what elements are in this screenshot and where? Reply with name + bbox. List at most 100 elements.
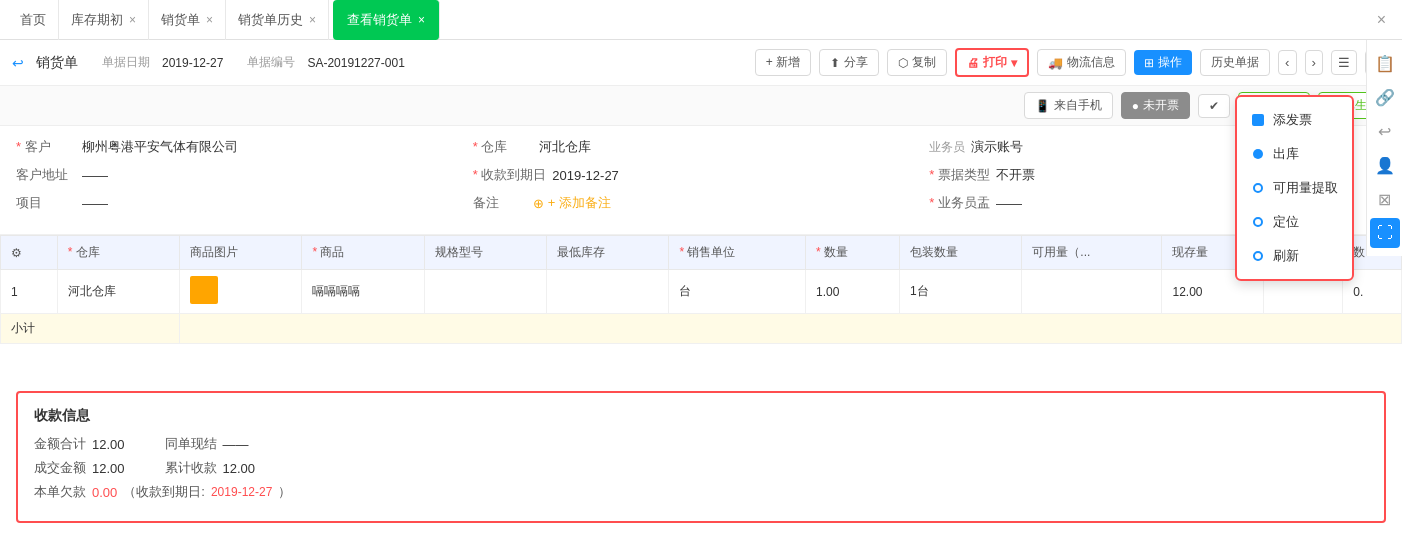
owed-hint: （收款到期日: <box>123 483 205 501</box>
add-note-button[interactable]: ⊕ + 添加备注 <box>533 194 611 212</box>
add-invoice-label: 添发票 <box>1273 111 1312 129</box>
doc-icon: ↩ <box>12 55 24 71</box>
print-dropdown-icon: ▾ <box>1011 56 1017 70</box>
nav-next-button[interactable]: › <box>1305 50 1323 75</box>
doc-title: 销货单 <box>36 54 78 72</box>
sidebar-back-icon[interactable]: ↩ <box>1370 116 1400 146</box>
owed-label: 本单欠款 <box>34 483 86 501</box>
mobile-button[interactable]: 📱 来自手机 <box>1024 92 1113 119</box>
th-image: 商品图片 <box>180 236 302 270</box>
customer-label: 客户 <box>16 138 76 156</box>
verified-check-button[interactable]: ✔ <box>1198 94 1230 118</box>
tab-bar: 首页 库存期初 × 销货单 × 销货单历史 × 查看销货单 × × <box>0 0 1402 40</box>
logistics-button[interactable]: 🚚 物流信息 <box>1037 49 1126 76</box>
address-label: 客户地址 <box>16 166 76 184</box>
cumulative-item: 累计收款 12.00 <box>165 459 256 477</box>
mobile-icon: 📱 <box>1035 99 1050 113</box>
salesperson-label: 业务员盂 <box>929 194 990 212</box>
sidebar-expand-icon[interactable]: ⛶ <box>1370 218 1400 248</box>
toolbar-right: + 新增 ⬆ 分享 ⬡ 复制 🖨 打印 ▾ 🚚 物流信息 <box>755 48 1390 77</box>
payment-date-field: 收款到期日 2019-12-27 <box>473 166 930 184</box>
status-row: 📱 来自手机 ● 未开票 ✔ ✓ 已核销 ✓ 已生效 <box>0 86 1402 126</box>
print-button[interactable]: 🖨 打印 ▾ <box>955 48 1029 77</box>
sidebar-grid-icon[interactable]: ⊠ <box>1370 184 1400 214</box>
td-image <box>180 270 302 314</box>
circle-outline-icon-1 <box>1251 181 1265 195</box>
no-value: SA-20191227-001 <box>307 56 404 70</box>
td-product[interactable]: 嗝嗝嗝嗝 <box>302 270 424 314</box>
tab-sales-order[interactable]: 销货单 × <box>149 0 226 40</box>
td-spec <box>424 270 546 314</box>
cumulative-value: 12.00 <box>223 461 256 476</box>
dropdown-refresh[interactable]: 刷新 <box>1237 239 1352 273</box>
dropdown-add-invoice[interactable]: 添发票 <box>1237 103 1352 137</box>
settings-icon[interactable]: ⚙ <box>11 246 22 260</box>
salesperson-value[interactable]: —— <box>996 196 1022 211</box>
th-min-stock: 最低库存 <box>547 236 669 270</box>
address-value[interactable]: —— <box>82 168 108 183</box>
th-qty: 数量 <box>806 236 900 270</box>
right-sidebar: 📋 🔗 ↩ 👤 ⊠ ⛶ <box>1366 40 1402 256</box>
tab-close-sales-order[interactable]: × <box>206 13 213 27</box>
transaction-label: 成交金额 <box>34 459 86 477</box>
td-unit: 台 <box>669 270 806 314</box>
sidebar-link-icon[interactable]: 🔗 <box>1370 82 1400 112</box>
project-value[interactable]: —— <box>82 196 108 211</box>
share-button[interactable]: ⬆ 分享 <box>819 49 879 76</box>
amount-value: 12.00 <box>92 437 125 452</box>
toolbar: ↩ 销货单 单据日期 2019-12-27 单据编号 SA-20191227-0… <box>0 40 1402 86</box>
payment-title: 收款信息 <box>34 407 1368 425</box>
th-settings: ⚙ <box>1 236 58 270</box>
tab-close-inventory-init[interactable]: × <box>129 13 136 27</box>
td-no: 1 <box>1 270 58 314</box>
tab-home[interactable]: 首页 <box>8 0 59 40</box>
copy-icon: ⬡ <box>898 56 908 70</box>
warehouse-label: 仓库 <box>473 138 533 156</box>
plus-icon: ⊕ <box>533 196 544 211</box>
note-label: 备注 <box>473 194 533 212</box>
invoice-value[interactable]: 不开票 <box>996 166 1035 184</box>
print-icon: 🖨 <box>967 56 979 70</box>
tab-sales-history[interactable]: 销货单历史 × <box>226 0 329 40</box>
payment-date-label: 收款到期日 <box>473 166 547 184</box>
staff-label: 业务员 <box>929 139 965 156</box>
owed-end: ） <box>278 483 291 501</box>
locate-label: 定位 <box>1273 213 1299 231</box>
dropdown-available[interactable]: 可用量提取 <box>1237 171 1352 205</box>
window-close-button[interactable]: × <box>1369 11 1394 29</box>
check-icon: ✔ <box>1209 99 1219 113</box>
sidebar-doc-icon[interactable]: 📋 <box>1370 48 1400 78</box>
tab-close-sales-history[interactable]: × <box>309 13 316 27</box>
payment-row-1: 金额合计 12.00 同单现结 —— <box>34 435 1368 453</box>
td-pack-qty: 1台 <box>900 270 1022 314</box>
customer-value[interactable]: 柳州粤港平安气体有限公司 <box>82 138 238 156</box>
warehouse-value[interactable]: 河北仓库 <box>539 138 591 156</box>
owed-date: 2019-12-27 <box>211 485 272 499</box>
date-value: 2019-12-27 <box>162 56 223 70</box>
cumulative-label: 累计收款 <box>165 459 217 477</box>
transaction-value: 12.00 <box>92 461 125 476</box>
operate-button[interactable]: ⊞ 操作 <box>1134 50 1192 75</box>
td-min-stock <box>547 270 669 314</box>
staff-value: 演示账号 <box>971 138 1023 156</box>
td-qty: 1.00 <box>806 270 900 314</box>
data-table-container: ⚙ 仓库 商品图片 商品 规格型号 最低库存 销售单位 数量 包装数量 可用量（… <box>0 235 1402 381</box>
note-field: 备注 ⊕ + 添加备注 <box>473 194 930 212</box>
view-list-button[interactable]: ☰ <box>1331 50 1357 75</box>
dropdown-locate[interactable]: 定位 <box>1237 205 1352 239</box>
nav-prev-button[interactable]: ‹ <box>1278 50 1296 75</box>
dropdown-outbound[interactable]: 出库 <box>1237 137 1352 171</box>
copy-button[interactable]: ⬡ 复制 <box>887 49 947 76</box>
tab-close-view-sales[interactable]: × <box>418 13 425 27</box>
refresh-label: 刷新 <box>1273 247 1299 265</box>
available-label: 可用量提取 <box>1273 179 1338 197</box>
add-button[interactable]: + 新增 <box>755 49 811 76</box>
sidebar-user-icon[interactable]: 👤 <box>1370 150 1400 180</box>
tab-view-sales-order[interactable]: 查看销货单 × <box>333 0 440 40</box>
not-open-button[interactable]: ● 未开票 <box>1121 92 1190 119</box>
form-row-1: 客户 柳州粤港平安气体有限公司 仓库 河北仓库 业务员 演示账号 <box>16 138 1386 156</box>
tab-inventory-init[interactable]: 库存期初 × <box>59 0 149 40</box>
square-icon <box>1251 113 1265 127</box>
history-button[interactable]: 历史单据 <box>1200 49 1270 76</box>
payment-date-value[interactable]: 2019-12-27 <box>552 168 619 183</box>
